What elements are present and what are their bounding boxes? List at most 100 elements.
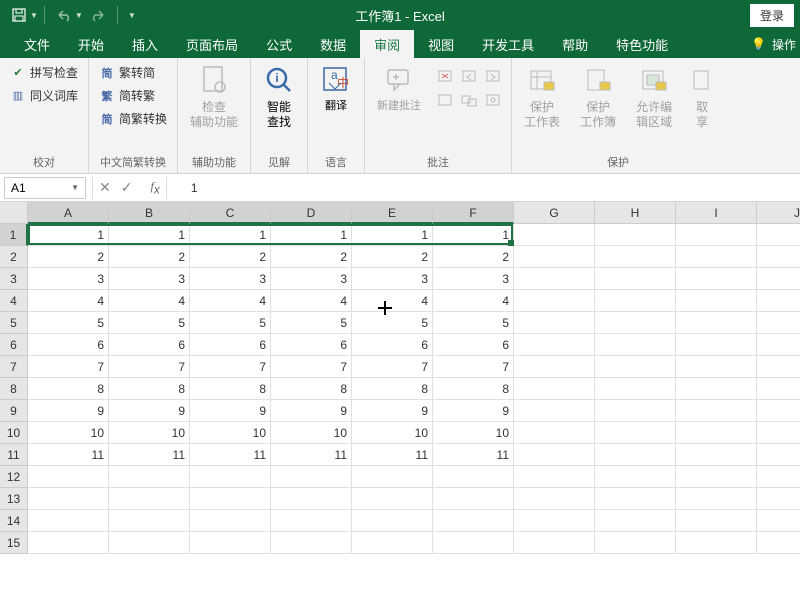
fx-icon[interactable]: fx	[150, 179, 159, 196]
col-header-I[interactable]: I	[676, 202, 757, 224]
row-header-13[interactable]: 13	[0, 488, 28, 510]
prev-comment-button[interactable]	[459, 66, 481, 88]
cell[interactable]	[28, 510, 109, 532]
formula-value[interactable]: 1	[191, 181, 198, 195]
cell[interactable]	[676, 378, 757, 400]
select-all-corner[interactable]	[0, 202, 28, 224]
cell[interactable]	[433, 488, 514, 510]
cell[interactable]: 11	[28, 444, 109, 466]
cell[interactable]	[514, 532, 595, 554]
cell[interactable]: 3	[190, 268, 271, 290]
cell[interactable]: 7	[28, 356, 109, 378]
cell-area[interactable]: 1111112222223333334444445555556666667777…	[28, 224, 800, 554]
cell[interactable]	[514, 466, 595, 488]
cell[interactable]	[676, 312, 757, 334]
dropdown-icon[interactable]: ▼	[30, 11, 38, 20]
enter-icon[interactable]: ✓	[121, 179, 133, 196]
dropdown-icon[interactable]: ▼	[75, 11, 83, 20]
cell[interactable]	[271, 510, 352, 532]
cell[interactable]	[757, 290, 800, 312]
tab-插入[interactable]: 插入	[118, 30, 172, 58]
cell[interactable]	[757, 356, 800, 378]
cell[interactable]: 5	[28, 312, 109, 334]
delete-comment-button[interactable]	[435, 66, 457, 88]
cell[interactable]	[514, 422, 595, 444]
cell[interactable]: 4	[28, 290, 109, 312]
tab-特色功能[interactable]: 特色功能	[602, 30, 682, 58]
cell[interactable]: 2	[271, 246, 352, 268]
col-header-B[interactable]: B	[109, 202, 190, 224]
spreadsheet-grid[interactable]: ABCDEFGHIJ 123456789101112131415 1111112…	[0, 202, 800, 600]
cell[interactable]	[109, 532, 190, 554]
cell[interactable]: 11	[352, 444, 433, 466]
cell[interactable]	[757, 224, 800, 246]
cell[interactable]	[109, 510, 190, 532]
cell[interactable]	[676, 224, 757, 246]
cell[interactable]	[595, 378, 676, 400]
cell[interactable]: 6	[190, 334, 271, 356]
cell[interactable]	[271, 532, 352, 554]
column-headers[interactable]: ABCDEFGHIJ	[28, 202, 800, 224]
cell[interactable]	[676, 290, 757, 312]
cell[interactable]	[676, 268, 757, 290]
cell[interactable]: 8	[28, 378, 109, 400]
cell[interactable]	[190, 466, 271, 488]
cell[interactable]: 3	[352, 268, 433, 290]
cell[interactable]: 9	[271, 400, 352, 422]
cell[interactable]	[676, 246, 757, 268]
row-header-2[interactable]: 2	[0, 246, 28, 268]
cell[interactable]: 4	[190, 290, 271, 312]
cell[interactable]: 3	[109, 268, 190, 290]
cell[interactable]	[676, 444, 757, 466]
cell[interactable]: 1	[352, 224, 433, 246]
cell[interactable]	[757, 268, 800, 290]
cell[interactable]	[514, 444, 595, 466]
cell[interactable]	[757, 312, 800, 334]
cell[interactable]: 10	[28, 422, 109, 444]
cell[interactable]: 6	[271, 334, 352, 356]
cell[interactable]: 8	[433, 378, 514, 400]
cell[interactable]: 3	[433, 268, 514, 290]
login-button[interactable]: 登录	[750, 4, 794, 27]
cell[interactable]	[514, 312, 595, 334]
cell[interactable]: 7	[190, 356, 271, 378]
cell[interactable]: 9	[109, 400, 190, 422]
cell[interactable]	[514, 378, 595, 400]
cell[interactable]: 2	[433, 246, 514, 268]
tab-开始[interactable]: 开始	[64, 30, 118, 58]
row-header-7[interactable]: 7	[0, 356, 28, 378]
cell[interactable]: 1	[271, 224, 352, 246]
cell[interactable]	[676, 466, 757, 488]
cell[interactable]: 2	[352, 246, 433, 268]
row-header-4[interactable]: 4	[0, 290, 28, 312]
cell[interactable]	[676, 488, 757, 510]
cell[interactable]	[676, 400, 757, 422]
cell[interactable]	[109, 488, 190, 510]
cell[interactable]	[757, 466, 800, 488]
unshare-button[interactable]: 取享	[686, 62, 718, 132]
customize-qat-icon[interactable]: ▼	[128, 11, 136, 20]
redo-button[interactable]	[85, 2, 111, 28]
cell[interactable]: 10	[190, 422, 271, 444]
new-comment-button[interactable]: 新建批注	[371, 62, 427, 115]
cell[interactable]	[676, 510, 757, 532]
cell[interactable]: 1	[433, 224, 514, 246]
cell[interactable]: 11	[190, 444, 271, 466]
row-header-1[interactable]: 1	[0, 224, 28, 246]
check-accessibility-button[interactable]: 检查辅助功能	[184, 62, 244, 132]
cell[interactable]: 5	[433, 312, 514, 334]
col-header-G[interactable]: G	[514, 202, 595, 224]
cell[interactable]: 3	[28, 268, 109, 290]
cell[interactable]	[514, 290, 595, 312]
cell[interactable]	[352, 466, 433, 488]
tab-审阅[interactable]: 审阅	[360, 30, 414, 58]
protect-sheet-button[interactable]: 保护工作表	[518, 62, 566, 132]
cell[interactable]: 1	[109, 224, 190, 246]
cell[interactable]: 1	[190, 224, 271, 246]
cell[interactable]: 1	[28, 224, 109, 246]
cell[interactable]: 4	[433, 290, 514, 312]
cell[interactable]: 8	[190, 378, 271, 400]
cell[interactable]: 11	[271, 444, 352, 466]
cell[interactable]	[676, 422, 757, 444]
cell[interactable]	[271, 488, 352, 510]
